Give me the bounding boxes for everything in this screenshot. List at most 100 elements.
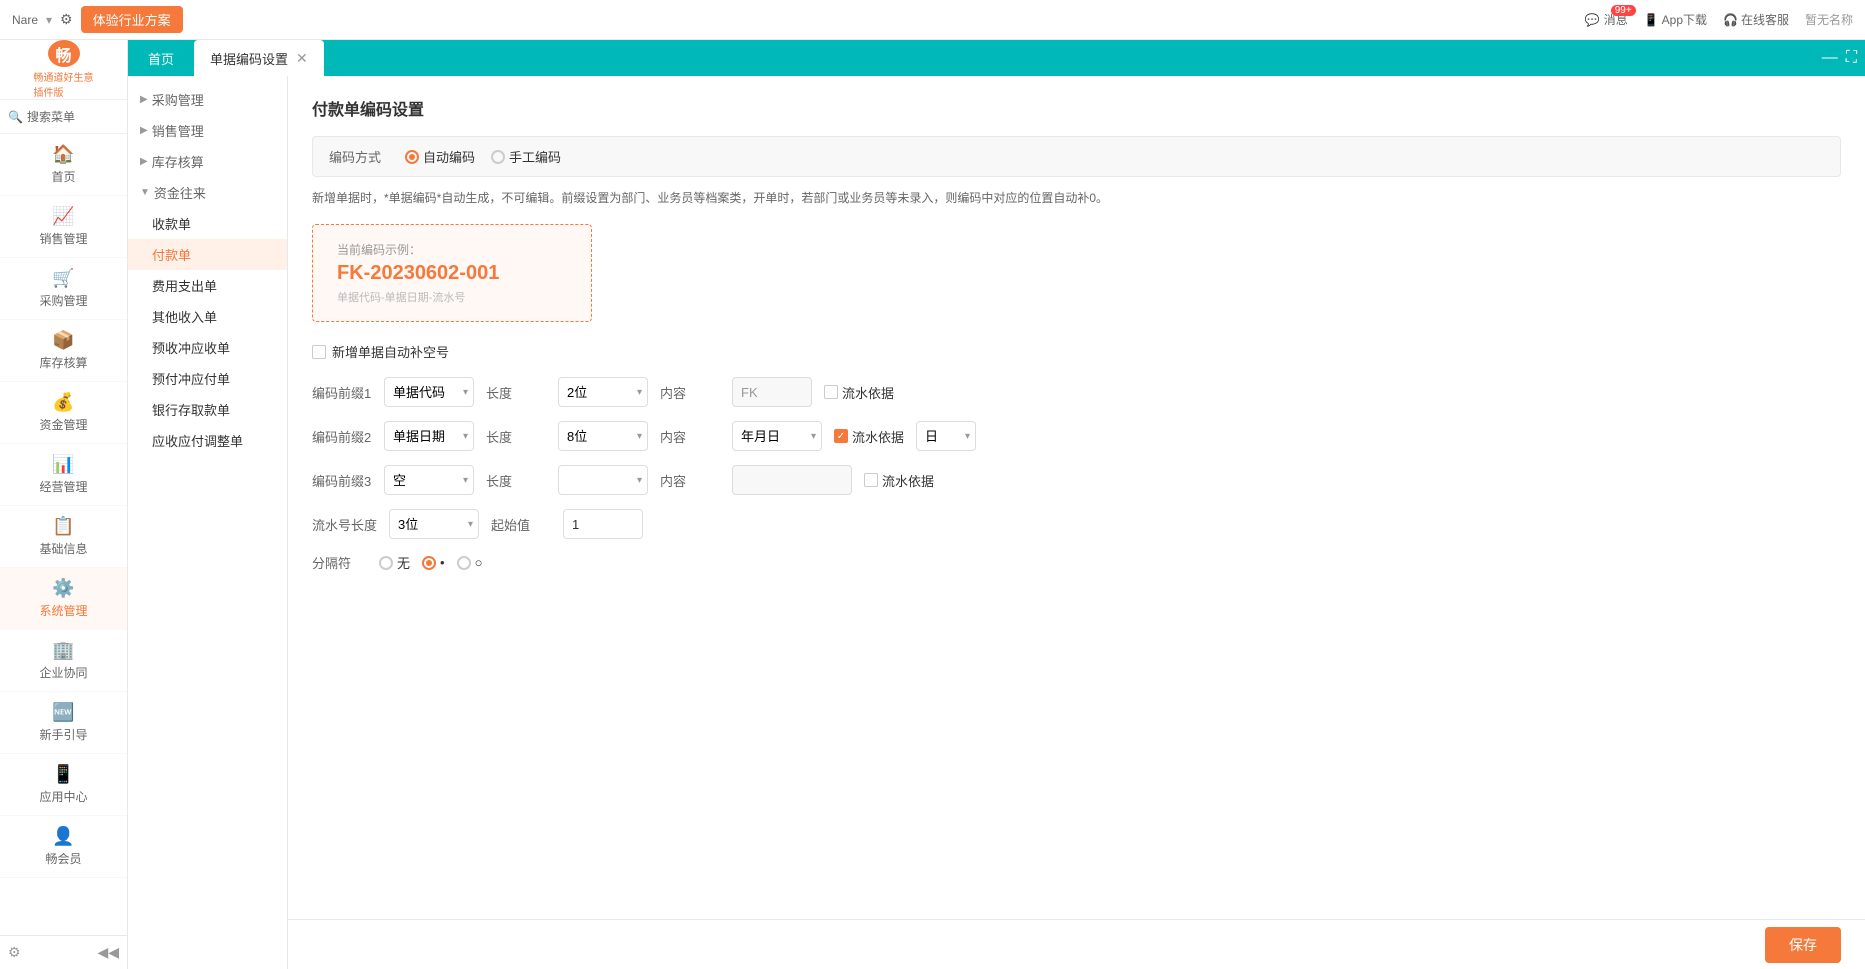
nav-item-expense[interactable]: 费用支出单 [128, 270, 287, 301]
prefix2-select[interactable]: 单据日期 [384, 421, 474, 451]
sidebar-item-sales[interactable]: 📈 销售管理 [0, 196, 127, 258]
nav-group-capital-label: 资金往来 [154, 183, 206, 202]
save-button[interactable]: 保存 [1765, 927, 1841, 963]
separator-none-label: 无 [397, 553, 410, 572]
sidebar-item-finance[interactable]: 💰 资金管理 [0, 382, 127, 444]
sidebar-item-home[interactable]: 🏠 首页 [0, 134, 127, 196]
sidebar-item-guide[interactable]: 🆕 新手引导 [0, 692, 127, 754]
sidebar-item-member[interactable]: 👤 畅会员 [0, 816, 127, 878]
manual-encode-option[interactable]: 手工编码 [491, 147, 561, 166]
content3-input[interactable] [732, 465, 852, 495]
length1-label: 长度 [486, 383, 546, 402]
top-bar: Nare ▾ ⚙ 体验行业方案 💬 消息 99+ 📱 App下载 🎧 在线客服 … [0, 0, 1865, 40]
code-preview: 当前编码示例： FK-20230602-001 单据代码-单据日期-流水号 [312, 224, 592, 322]
sidebar-item-purchase[interactable]: 🛒 采购管理 [0, 258, 127, 320]
watermark1-checkbox[interactable]: 流水依据 [824, 383, 894, 402]
sidebar-item-operation-label: 经营管理 [39, 478, 87, 495]
separator-none-radio[interactable] [379, 556, 393, 570]
length1-select[interactable]: 2位 [558, 377, 648, 407]
dropdown-arrow-icon[interactable]: ▾ [46, 13, 52, 27]
sidebar-item-basic-label: 基础信息 [39, 540, 87, 557]
prefix-row-1: 编码前缀1 单据代码 ▾ 长度 2位 ▾ [312, 377, 1841, 407]
message-count: 99+ [1611, 5, 1636, 16]
auto-encode-option[interactable]: 自动编码 [405, 147, 475, 166]
nav-group-purchase[interactable]: ▶ 采购管理 [128, 84, 287, 115]
nav-item-prepay-receivable[interactable]: 预收冲应收单 [128, 332, 287, 363]
sidebar-item-operation[interactable]: 📊 经营管理 [0, 444, 127, 506]
code-preview-desc: 单据代码-单据日期-流水号 [337, 289, 567, 305]
inventory-icon: 📦 [52, 330, 74, 351]
period-select[interactable]: 日 [916, 421, 976, 451]
search-label: 搜索菜单 [27, 108, 75, 125]
tab-active[interactable]: 单据编码设置 ✕ [194, 40, 324, 76]
tab-close-icon[interactable]: ✕ [296, 50, 308, 67]
nav-group-capital[interactable]: ▼ 资金往来 [128, 177, 287, 208]
auto-encode-radio[interactable] [405, 150, 419, 164]
sidebar-item-inventory[interactable]: 📦 库存核算 [0, 320, 127, 382]
watermark3-checkbox-box[interactable] [864, 473, 878, 487]
trial-button[interactable]: 体验行业方案 [81, 6, 183, 33]
length3-select[interactable] [558, 465, 648, 495]
watermark2-label: 流水依据 [852, 427, 904, 446]
nav-group-purchase-label: 采购管理 [152, 90, 204, 109]
manual-encode-label: 手工编码 [509, 147, 561, 166]
manual-encode-radio[interactable] [491, 150, 505, 164]
info-text: 新增单据时，*单据编码*自动生成，不可编辑。前缀设置为部门、业务员等档案类，开单… [312, 189, 1841, 208]
nav-item-prepay-payable[interactable]: 预付冲应付单 [128, 363, 287, 394]
sidebar-logo: 畅 畅通道好生意插件版 [0, 40, 127, 100]
content1-label: 内容 [660, 383, 720, 402]
app-label: App下载 [1662, 11, 1707, 28]
watermark3-checkbox[interactable]: 流水依据 [864, 471, 934, 490]
separator-circle-radio[interactable] [457, 556, 471, 570]
nav-item-adjustment[interactable]: 应收应付调整单 [128, 425, 287, 456]
separator-circle[interactable]: ○ [457, 555, 483, 570]
nav-group-sales[interactable]: ▶ 销售管理 [128, 115, 287, 146]
separator-dot-radio[interactable] [422, 556, 436, 570]
watermark1-checkbox-box[interactable] [824, 385, 838, 399]
watermark2-checkbox-box[interactable]: ✓ [834, 429, 848, 443]
watermark1-label: 流水依据 [842, 383, 894, 402]
start-value-input[interactable] [563, 509, 643, 539]
minimize-btn[interactable]: — [1822, 40, 1838, 76]
top-bar-left: Nare ▾ ⚙ 体验行业方案 [12, 6, 1577, 33]
sidebar-item-basic[interactable]: 📋 基础信息 [0, 506, 127, 568]
nav-item-other-income[interactable]: 其他收入单 [128, 301, 287, 332]
length2-select[interactable]: 8位 [558, 421, 648, 451]
nav-item-bank[interactable]: 银行存取款单 [128, 394, 287, 425]
maximize-btn[interactable]: ⛶ [1846, 40, 1857, 76]
settings-bottom-icon[interactable]: ⚙ [8, 944, 21, 961]
watermark2-checkbox[interactable]: ✓ 流水依据 [834, 427, 904, 446]
sidebar-item-enterprise[interactable]: 🏢 企业协同 [0, 630, 127, 692]
separator-none[interactable]: 无 [379, 553, 410, 572]
separator-dot[interactable]: • [422, 555, 445, 570]
page-title: 付款单编码设置 [312, 96, 1841, 120]
message-badge[interactable]: 💬 消息 99+ [1585, 11, 1628, 28]
auto-fill-checkbox[interactable] [312, 345, 326, 359]
sidebar-item-guide-label: 新手引导 [39, 726, 87, 743]
page-wrapper: 付款单编码设置 编码方式 自动编码 手工编码 [288, 76, 1865, 969]
sidebar-menu: 🏠 首页 📈 销售管理 🛒 采购管理 📦 库存核算 💰 资金管理 📊 经 [0, 134, 127, 935]
nav-item-payment[interactable]: 付款单 [128, 239, 287, 270]
content2-select[interactable]: 年月日 [732, 421, 822, 451]
prefix1-select[interactable]: 单据代码 [384, 377, 474, 407]
sidebar-item-system[interactable]: ⚙️ 系统管理 [0, 568, 127, 630]
online-service-link[interactable]: 🎧 在线客服 [1723, 11, 1789, 28]
length1-select-wrapper: 2位 ▾ [558, 377, 648, 407]
nav-group-inventory[interactable]: ▶ 库存核算 [128, 146, 287, 177]
length3-select-wrapper: ▾ [558, 465, 648, 495]
collapse-icon[interactable]: ◀◀ [97, 944, 119, 961]
nav-item-receipt[interactable]: 收款单 [128, 208, 287, 239]
tab-home[interactable]: 首页 [128, 40, 194, 76]
sidebar-search[interactable]: 🔍 搜索菜单 [0, 100, 127, 134]
content1-input[interactable] [732, 377, 812, 407]
headset-icon: 🎧 [1723, 13, 1738, 27]
sales-icon: 📈 [52, 206, 74, 227]
home-icon: 🏠 [52, 144, 74, 165]
serial-length-select[interactable]: 3位 [389, 509, 479, 539]
prefix3-select[interactable]: 空 [384, 465, 474, 495]
arrow-icon: ▶ [140, 125, 148, 136]
sidebar-item-apps[interactable]: 📱 应用中心 [0, 754, 127, 816]
prefix-row-3: 编码前缀3 空 ▾ 长度 ▾ [312, 465, 1841, 495]
app-download-link[interactable]: 📱 App下载 [1644, 11, 1707, 28]
settings-icon[interactable]: ⚙ [60, 11, 73, 28]
